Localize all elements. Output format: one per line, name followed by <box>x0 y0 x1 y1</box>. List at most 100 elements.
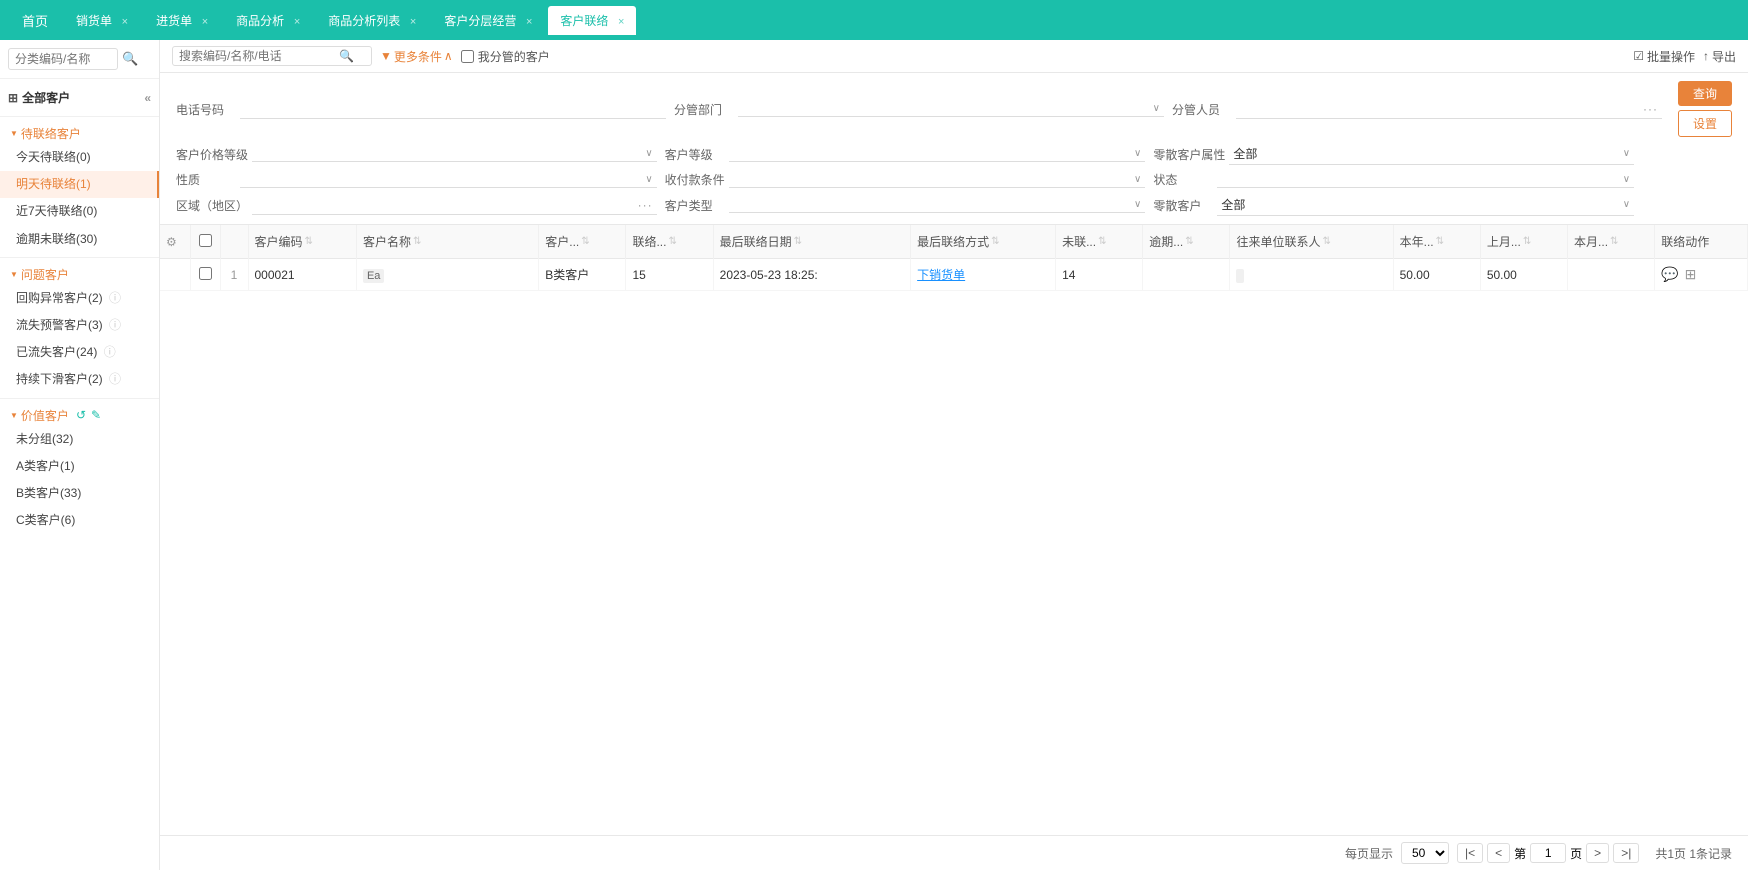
sidebar-item-ungrouped[interactable]: 未分组(32) <box>0 426 159 453</box>
nav-product-analysis-list[interactable]: 商品分析列表 × <box>316 6 428 35</box>
filter-dept-label: 分管部门 <box>674 101 734 118</box>
batch-op-button[interactable]: ☑ 批量操作 <box>1633 48 1695 65</box>
prev-page-button[interactable]: < <box>1487 843 1510 863</box>
export-icon: ↑ <box>1703 49 1709 63</box>
row-last-contact-date-cell: 2023-05-23 18:25: <box>713 259 910 291</box>
query-button[interactable]: 查询 <box>1678 81 1732 106</box>
edit-value-icon[interactable]: ✎ <box>91 408 101 422</box>
nav-customer-tier[interactable]: 客户分层经营 × <box>432 6 544 35</box>
sidebar-item-abnormal[interactable]: 回购异常客户(2) ⓘ <box>0 285 159 312</box>
col-contact[interactable]: 联络...⇅ <box>626 225 713 259</box>
sidebar-item-declining[interactable]: 持续下滑客户(2) ⓘ <box>0 366 159 393</box>
grid-action-icon[interactable]: ⊞ <box>1685 266 1697 283</box>
triangle-icon: ▼ <box>10 129 18 138</box>
filter-phone-input[interactable] <box>240 100 666 119</box>
dots-icon-region: ··· <box>638 198 653 212</box>
grid-icon: ⊞ <box>8 91 18 105</box>
nav-home[interactable]: 首页 <box>10 5 60 36</box>
refresh-icon[interactable]: ↺ <box>76 408 86 422</box>
row-this-year-cell: 50.00 <box>1393 259 1480 291</box>
sort-icon-related: ⇅ <box>1322 236 1330 247</box>
settings-button[interactable]: 设置 <box>1678 110 1732 137</box>
chat-action-icon[interactable]: 💬 <box>1661 266 1678 283</box>
row-checkbox[interactable] <box>199 267 212 280</box>
col-last-contact-method[interactable]: 最后联络方式⇅ <box>911 225 1056 259</box>
close-customer-contact-icon[interactable]: × <box>618 16 624 28</box>
info-icon-2: ⓘ <box>109 318 121 332</box>
close-customer-tier-icon[interactable]: × <box>526 16 532 28</box>
my-customers-checkbox[interactable]: 我分管的客户 <box>461 48 550 65</box>
sidebar-item-class-c[interactable]: C类客户(6) <box>0 507 159 534</box>
col-customer-type[interactable]: 客户...⇅ <box>539 225 626 259</box>
first-page-button[interactable]: |< <box>1457 843 1483 863</box>
table-settings-icon[interactable]: ⚙ <box>166 235 177 249</box>
sidebar-all-customers[interactable]: ⊞ 全部客户 « <box>0 83 159 112</box>
nav-purchase-order[interactable]: 进货单 × <box>144 6 220 35</box>
filter-nature-label: 性质 <box>176 171 236 188</box>
sidebar-item-churn-warning[interactable]: 流失预警客户(3) ⓘ <box>0 312 159 339</box>
contact-method-link[interactable]: 下销货单 <box>917 268 965 282</box>
filter-customer-level-select[interactable]: ∨ <box>729 146 1146 162</box>
sidebar-item-class-b[interactable]: B类客户(33) <box>0 480 159 507</box>
collapse-icon[interactable]: « <box>144 91 151 105</box>
sidebar-content: ⊞ 全部客户 « ▼ 待联络客户 今天待联络(0) 明天待联络(1) 近7天待联… <box>0 79 159 870</box>
sort-icon-name: ⇅ <box>413 236 421 247</box>
sort-icon-thisyear: ⇅ <box>1436 236 1444 247</box>
filter-price-level-select[interactable]: ∨ <box>252 146 657 162</box>
col-this-year[interactable]: 本年...⇅ <box>1393 225 1480 259</box>
col-checkbox[interactable] <box>190 225 220 259</box>
chevron-down-icon-payment: ∨ <box>1134 174 1141 185</box>
col-related-person[interactable]: 往来单位联系人⇅ <box>1230 225 1393 259</box>
my-customers-checkbox-input[interactable] <box>461 50 474 63</box>
search-button[interactable]: 🔍 <box>339 49 354 63</box>
col-customer-name[interactable]: 客户名称⇅ <box>356 225 538 259</box>
sidebar-search-input[interactable] <box>8 48 118 70</box>
row-type-cell: B类客户 <box>539 259 626 291</box>
sidebar-item-churned[interactable]: 已流失客户(24) ⓘ <box>0 339 159 366</box>
close-product-analysis-icon[interactable]: × <box>294 16 300 28</box>
sidebar-search-icon[interactable]: 🔍 <box>122 51 138 67</box>
col-overdue[interactable]: 逾期...⇅ <box>1143 225 1230 259</box>
export-button[interactable]: ↑ 导出 <box>1703 48 1736 65</box>
nav-product-analysis[interactable]: 商品分析 × <box>224 6 312 35</box>
filter-payment-label: 收付款条件 <box>665 171 725 188</box>
page-input[interactable] <box>1530 843 1566 863</box>
col-last-contact-date[interactable]: 最后联络日期⇅ <box>713 225 910 259</box>
sidebar-item-today-pending[interactable]: 今天待联络(0) <box>0 144 159 171</box>
more-filter-button[interactable]: ▼ 更多条件 ∧ <box>380 48 453 65</box>
col-customer-code[interactable]: 客户编码⇅ <box>248 225 356 259</box>
next-page-button[interactable]: > <box>1586 843 1609 863</box>
sidebar-item-week-pending[interactable]: 近7天待联络(0) <box>0 198 159 225</box>
chevron-down-icon-retail2: ∨ <box>1623 199 1630 210</box>
total-label: 共1页 1条记录 <box>1655 845 1732 862</box>
col-not-contacted[interactable]: 未联...⇅ <box>1056 225 1143 259</box>
col-this-month[interactable]: 本月...⇅ <box>1568 225 1655 259</box>
close-product-analysis-list-icon[interactable]: × <box>410 16 416 28</box>
sidebar-item-overdue-pending[interactable]: 逾期未联络(30) <box>0 226 159 253</box>
search-input[interactable] <box>179 49 339 63</box>
filter-region-select[interactable]: ··· <box>252 196 657 215</box>
filter-retail-customer-select[interactable]: 全部 ∨ <box>1217 194 1634 216</box>
nav-customer-contact[interactable]: 客户联络 × <box>548 6 636 35</box>
last-page-button[interactable]: >| <box>1613 843 1639 863</box>
col-last-month[interactable]: 上月...⇅ <box>1480 225 1567 259</box>
per-page-select[interactable]: 50 <box>1401 842 1449 864</box>
nav-sales-order[interactable]: 销货单 × <box>64 6 140 35</box>
close-purchase-order-icon[interactable]: × <box>202 16 208 28</box>
select-all-checkbox[interactable] <box>199 234 212 247</box>
filter-dept-select[interactable]: ∨ <box>738 101 1164 117</box>
sidebar-item-class-a[interactable]: A类客户(1) <box>0 453 159 480</box>
row-checkbox-cell[interactable] <box>190 259 220 291</box>
filter-price-level-label: 客户价格等级 <box>176 146 248 163</box>
filter-retail-attr-select[interactable]: 全部 ∨ <box>1229 143 1634 165</box>
filter-customer-type-select[interactable]: ∨ <box>729 197 1146 213</box>
filter-payment-select[interactable]: ∨ <box>729 172 1146 188</box>
filter-status-select[interactable]: ∨ <box>1217 172 1634 188</box>
filter-manager-select[interactable]: ··· <box>1236 100 1662 119</box>
close-sales-order-icon[interactable]: × <box>122 16 128 28</box>
sidebar-item-tomorrow-pending[interactable]: 明天待联络(1) <box>0 171 159 198</box>
value-section-title: ▼ 价值客户 ↺ ✎ <box>0 403 159 426</box>
row-last-contact-method-cell[interactable]: 下销货单 <box>911 259 1056 291</box>
col-settings[interactable]: ⚙ <box>160 225 190 259</box>
filter-nature-select[interactable]: ∨ <box>240 172 657 188</box>
